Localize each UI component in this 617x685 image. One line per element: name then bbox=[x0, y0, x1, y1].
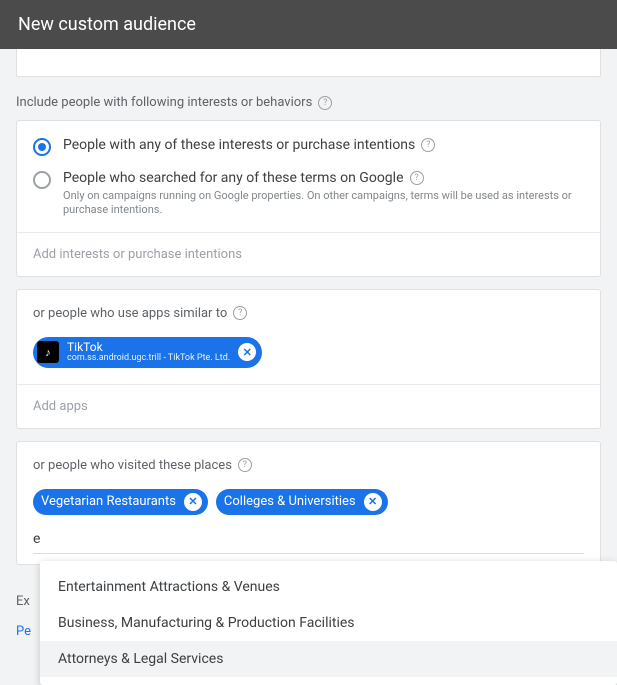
help-icon[interactable]: ? bbox=[233, 306, 247, 320]
close-icon[interactable]: ✕ bbox=[184, 493, 202, 511]
dropdown-item[interactable]: Business, Manufacturing & Production Fac… bbox=[40, 605, 617, 641]
help-icon[interactable]: ? bbox=[421, 138, 435, 152]
place-chip-colleges[interactable]: Colleges & Universities ✕ bbox=[216, 489, 388, 515]
radio-interests-row[interactable]: People with any of these interests or pu… bbox=[33, 137, 584, 156]
apps-card: or people who use apps similar to ? ♪ Ti… bbox=[16, 289, 601, 429]
chip-label: Colleges & Universities bbox=[224, 494, 356, 509]
app-chip-tiktok[interactable]: ♪ TikTok com.ss.android.ugc.trill - TikT… bbox=[33, 337, 262, 368]
dropdown-item[interactable]: Attorneys & Legal Services bbox=[40, 641, 617, 677]
radio-interests-label: People with any of these interests or pu… bbox=[63, 137, 415, 153]
interests-card: People with any of these interests or pu… bbox=[16, 120, 601, 277]
place-chip-vegetarian[interactable]: Vegetarian Restaurants ✕ bbox=[33, 489, 208, 515]
apps-input[interactable]: Add apps bbox=[17, 384, 600, 428]
chip-sub: com.ss.android.ugc.trill - TikTok Pte. L… bbox=[67, 354, 230, 364]
help-icon[interactable]: ? bbox=[318, 96, 332, 110]
apps-label: or people who use apps similar to bbox=[33, 306, 227, 321]
radio-search-row[interactable]: People who searched for any of these ter… bbox=[33, 170, 584, 218]
close-icon[interactable]: ✕ bbox=[238, 343, 256, 361]
collapsed-section bbox=[16, 49, 601, 77]
radio-search-label: People who searched for any of these ter… bbox=[63, 170, 404, 186]
radio-search-sub: Only on campaigns running on Google prop… bbox=[63, 189, 584, 218]
modal-title: New custom audience bbox=[18, 14, 196, 35]
include-label: Include people with following interests … bbox=[0, 83, 617, 120]
interests-input[interactable]: Add interests or purchase intentions bbox=[17, 232, 600, 276]
radio-search[interactable] bbox=[33, 171, 51, 189]
places-label: or people who visited these places bbox=[33, 458, 232, 473]
places-input[interactable]: e bbox=[33, 531, 584, 554]
chip-title: TikTok bbox=[67, 341, 230, 354]
modal-header: New custom audience bbox=[0, 0, 617, 49]
close-icon[interactable]: ✕ bbox=[364, 493, 382, 511]
radio-interests[interactable] bbox=[33, 138, 51, 156]
help-icon[interactable]: ? bbox=[238, 458, 252, 472]
expand-fragment: Ex bbox=[16, 594, 30, 609]
places-autocomplete-dropdown: Entertainment Attractions & Venues Busin… bbox=[40, 561, 617, 685]
chip-label: Vegetarian Restaurants bbox=[41, 494, 176, 509]
people-link-fragment[interactable]: Pe bbox=[16, 624, 31, 639]
places-card: or people who visited these places ? Veg… bbox=[16, 441, 601, 565]
help-icon[interactable]: ? bbox=[410, 171, 424, 185]
tiktok-icon: ♪ bbox=[37, 341, 59, 363]
